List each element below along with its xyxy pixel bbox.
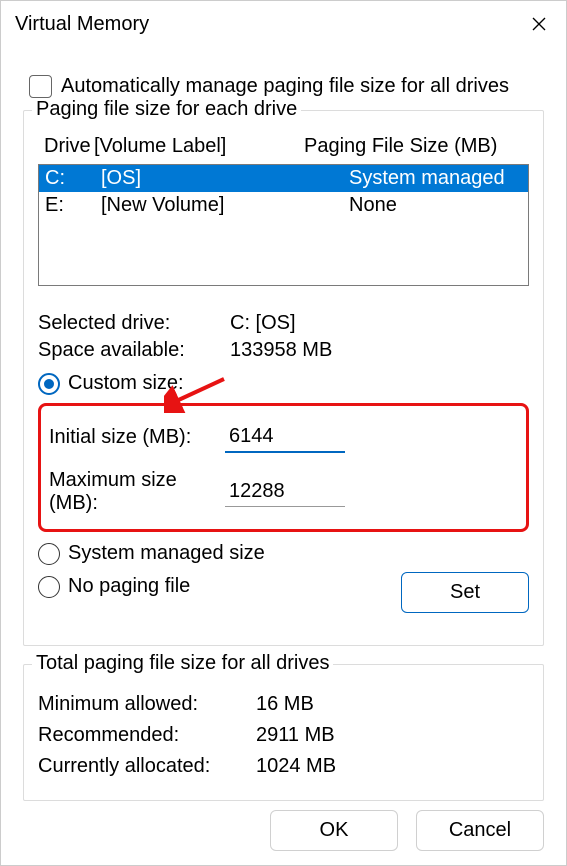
totals-legend: Total paging file size for all drives xyxy=(32,652,333,675)
system-managed-radio[interactable]: System managed size xyxy=(38,542,529,565)
paging-file-group: Paging file size for each drive Drive [V… xyxy=(23,110,544,646)
window-title: Virtual Memory xyxy=(15,13,149,36)
minimum-allowed-label: Minimum allowed: xyxy=(38,693,256,716)
custom-size-label: Custom size: xyxy=(68,372,184,395)
titlebar: Virtual Memory xyxy=(1,1,566,45)
minimum-allowed-value: 16 MB xyxy=(256,693,529,716)
initial-size-input[interactable] xyxy=(225,422,345,453)
drive-letter: E: xyxy=(45,194,101,217)
highlight-box: Initial size (MB): Maximum size (MB): xyxy=(38,403,529,532)
selected-drive-label: Selected drive: xyxy=(38,312,230,335)
radio-icon xyxy=(38,543,60,565)
header-drive: Drive xyxy=(44,135,94,158)
cancel-button[interactable]: Cancel xyxy=(416,810,544,851)
no-paging-label: No paging file xyxy=(68,575,190,598)
recommended-label: Recommended: xyxy=(38,724,256,747)
currently-allocated-value: 1024 MB xyxy=(256,755,529,778)
selected-drive-value: C: [OS] xyxy=(230,312,529,335)
checkbox-icon xyxy=(29,75,52,98)
custom-size-radio[interactable]: Custom size: xyxy=(38,372,529,395)
drive-paging-size: None xyxy=(349,194,528,217)
auto-manage-checkbox[interactable]: Automatically manage paging file size fo… xyxy=(29,75,544,98)
space-available-row: Space available: 133958 MB xyxy=(38,339,529,362)
radio-icon xyxy=(38,373,60,395)
selected-drive-row: Selected drive: C: [OS] xyxy=(38,312,529,335)
ok-button[interactable]: OK xyxy=(270,810,398,851)
header-label: [Volume Label] xyxy=(94,135,304,158)
drive-row[interactable]: E: [New Volume] None xyxy=(39,192,528,219)
drive-list[interactable]: C: [OS] System managed E: [New Volume] N… xyxy=(38,164,529,286)
recommended-value: 2911 MB xyxy=(256,724,529,747)
drive-row[interactable]: C: [OS] System managed xyxy=(39,165,528,192)
close-icon xyxy=(532,17,546,31)
radio-icon xyxy=(38,576,60,598)
auto-manage-label: Automatically manage paging file size fo… xyxy=(61,75,509,98)
drive-volume-label: [New Volume] xyxy=(101,194,349,217)
maximum-size-input[interactable] xyxy=(225,477,345,507)
system-managed-label: System managed size xyxy=(68,542,265,565)
close-button[interactable] xyxy=(524,9,554,39)
drive-paging-size: System managed xyxy=(349,167,528,190)
drive-letter: C: xyxy=(45,167,101,190)
paging-file-legend: Paging file size for each drive xyxy=(32,98,301,121)
currently-allocated-label: Currently allocated: xyxy=(38,755,256,778)
header-size: Paging File Size (MB) xyxy=(304,135,529,158)
set-button[interactable]: Set xyxy=(401,572,529,613)
initial-size-label: Initial size (MB): xyxy=(49,426,225,449)
maximum-size-label: Maximum size (MB): xyxy=(49,469,225,515)
totals-group: Total paging file size for all drives Mi… xyxy=(23,664,544,801)
space-available-value: 133958 MB xyxy=(230,339,529,362)
drive-list-header: Drive [Volume Label] Paging File Size (M… xyxy=(38,131,529,164)
drive-volume-label: [OS] xyxy=(101,167,349,190)
space-available-label: Space available: xyxy=(38,339,230,362)
